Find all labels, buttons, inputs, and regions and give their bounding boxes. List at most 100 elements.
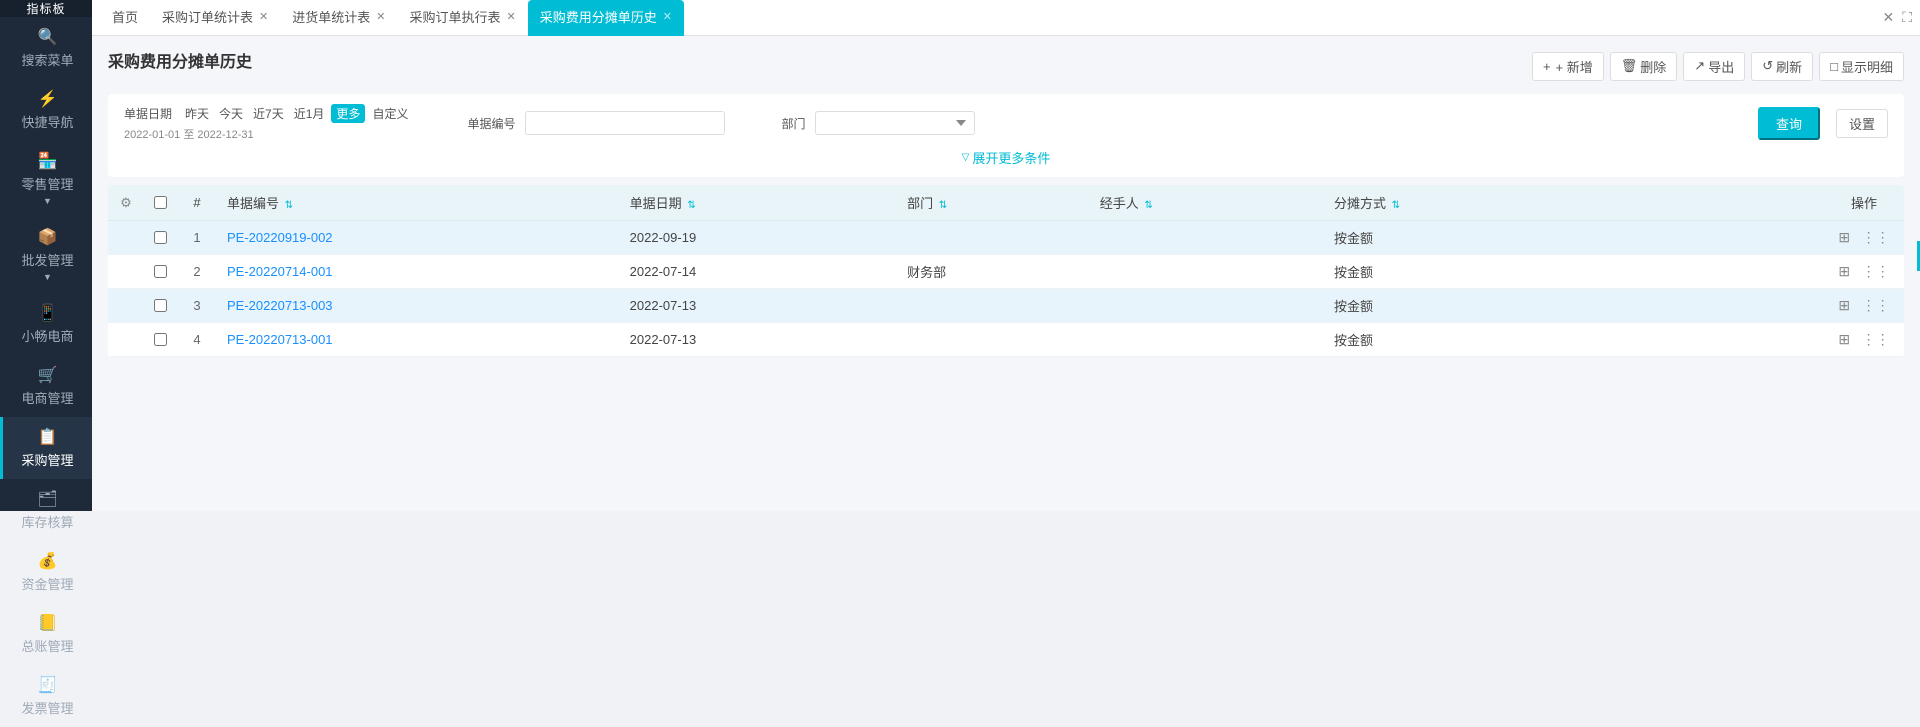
column-settings-icon[interactable]: ⚙ (118, 195, 134, 211)
tab-purchase-cost[interactable]: 采购费用分摊单历史 ✕ (528, 0, 684, 36)
col-settings-header[interactable]: ⚙ (108, 185, 144, 221)
shortcut-yesterday[interactable]: 昨天 (182, 104, 212, 123)
sidebar-item-label: 资金管理 (7, 574, 88, 593)
col-check-header (144, 185, 177, 221)
order-no-link[interactable]: PE-20220713-001 (227, 332, 333, 347)
filter-area: 单据日期 昨天 今天 近7天 近1月 更多 自定义 2022-01-01 至 2… (108, 94, 1904, 177)
tab-purchase-order-stats-close[interactable]: ✕ (259, 10, 268, 23)
sidebar-item-ledger[interactable]: 📒 总账管理 (0, 603, 92, 665)
col-date-header[interactable]: 单据日期 ⇅ (620, 185, 897, 221)
tab-goods-stats-label: 进货单统计表 (292, 7, 370, 26)
order-no-input[interactable] (525, 111, 725, 135)
tab-home[interactable]: 首页 (100, 0, 150, 36)
tab-home-label: 首页 (112, 7, 138, 26)
sidebar-logo: 指标板 (0, 0, 92, 17)
expand-more-button[interactable]: ▽ 展开更多条件 (124, 148, 1888, 167)
wholesale-icon: 📦 (7, 227, 88, 247)
refresh-icon: ↺ (1762, 58, 1773, 74)
filter-row-1: 单据日期 昨天 今天 近7天 近1月 更多 自定义 2022-01-01 至 2… (124, 104, 1888, 142)
sidebar-item-search[interactable]: 🔍 搜索菜单 (0, 17, 92, 79)
add-label: + 新增 (1556, 57, 1593, 76)
row-order-no-cell: PE-20220919-002 (217, 221, 620, 255)
dept-select[interactable]: 财务部 (815, 111, 975, 135)
sidebar-item-label: 发票管理 (7, 698, 88, 717)
table-row: 2 PE-20220714-001 2022-07-14 财务部 按金额 ⊞ ⋮… (108, 255, 1904, 289)
shortcut-today[interactable]: 今天 (216, 104, 246, 123)
row-no-cell: 3 (177, 289, 217, 323)
tab-purchase-order-exec[interactable]: 采购订单执行表 ✕ (397, 0, 527, 36)
sidebar-item-finance[interactable]: 💰 资金管理 (0, 541, 92, 603)
row-actions-cell: ⊞ ⋮⋮ (1824, 221, 1904, 255)
sidebar-item-retail[interactable]: 🏪 零售管理 ▼ (0, 141, 92, 217)
row-more-icon[interactable]: ⋮⋮ (1858, 329, 1894, 349)
row-more-icon[interactable]: ⋮⋮ (1858, 261, 1894, 281)
retail-icon: 🏪 (7, 151, 88, 171)
row-checkbox[interactable] (154, 265, 167, 278)
inventory-icon: 🗂 (7, 489, 88, 509)
export-button[interactable]: ↗ 导出 (1683, 52, 1745, 81)
row-view-icon[interactable]: ⊞ (1834, 227, 1854, 247)
row-view-icon[interactable]: ⊞ (1834, 261, 1854, 281)
row-checkbox[interactable] (154, 231, 167, 244)
add-button[interactable]: + + 新增 (1532, 52, 1604, 81)
refresh-button[interactable]: ↺ 刷新 (1751, 52, 1813, 81)
sidebar-item-label: 库存核算 (7, 512, 88, 531)
sidebar-item-inventory[interactable]: 🗂 库存核算 (0, 479, 92, 541)
sidebar-item-mini[interactable]: 📱 小畅电商 (0, 293, 92, 355)
tab-purchase-order-exec-close[interactable]: ✕ (507, 10, 516, 23)
tab-goods-stats[interactable]: 进货单统计表 ✕ (280, 0, 397, 36)
shortcut-custom[interactable]: 自定义 (369, 104, 411, 123)
col-split-method-header[interactable]: 分摊方式 ⇅ (1324, 185, 1824, 221)
show-detail-button[interactable]: □ 显示明细 (1819, 52, 1904, 81)
page-content: 采购费用分摊单历史 + + 新增 🗑 删除 ↗ 导出 ↺ 刷新 (92, 36, 1920, 511)
tab-purchase-order-stats[interactable]: 采购订单统计表 ✕ (150, 0, 280, 36)
dept-label: 部门 (781, 115, 805, 132)
mini-icon: 📱 (7, 303, 88, 323)
sidebar-item-label: 零售管理 (7, 174, 88, 193)
row-handler-cell (1090, 289, 1324, 323)
row-check-cell (144, 255, 177, 289)
order-no-link[interactable]: PE-20220713-003 (227, 298, 333, 313)
data-table: ⚙ # 单据编号 ⇅ 单据日期 ⇅ (108, 185, 1904, 357)
sidebar-item-invoice[interactable]: 🧾 发票管理 (0, 665, 92, 727)
setting-button[interactable]: 设置 (1836, 109, 1888, 138)
row-date-cell: 2022-09-19 (620, 221, 897, 255)
row-checkbox[interactable] (154, 333, 167, 346)
row-view-icon[interactable]: ⊞ (1834, 295, 1854, 315)
tab-purchase-cost-close[interactable]: ✕ (663, 10, 672, 23)
order-no-link[interactable]: PE-20220714-001 (227, 264, 333, 279)
col-order-no-header[interactable]: 单据编号 ⇅ (217, 185, 620, 221)
close-all-icon[interactable]: ✕ (1882, 9, 1894, 26)
row-more-icon[interactable]: ⋮⋮ (1858, 295, 1894, 315)
table-row: 3 PE-20220713-003 2022-07-13 按金额 ⊞ ⋮⋮ (108, 289, 1904, 323)
shortcut-1month[interactable]: 近1月 (291, 104, 328, 123)
row-more-icon[interactable]: ⋮⋮ (1858, 227, 1894, 247)
select-all-checkbox[interactable] (154, 196, 167, 209)
sidebar-item-purchase[interactable]: 📋 采购管理 (0, 417, 92, 479)
col-handler-header[interactable]: 经手人 ⇅ (1090, 185, 1324, 221)
tab-purchase-order-stats-label: 采购订单统计表 (162, 7, 253, 26)
sidebar-item-ecommerce[interactable]: 🛒 电商管理 (0, 355, 92, 417)
export-icon: ↗ (1694, 58, 1705, 74)
table-row: 1 PE-20220919-002 2022-09-19 按金额 ⊞ ⋮⋮ (108, 221, 1904, 255)
shortcut-more[interactable]: 更多 (331, 104, 365, 123)
sidebar-item-quick[interactable]: ⚡ 快捷导航 (0, 79, 92, 141)
search-button[interactable]: 查询 (1758, 107, 1820, 140)
row-view-icon[interactable]: ⊞ (1834, 329, 1854, 349)
tab-goods-stats-close[interactable]: ✕ (376, 10, 385, 23)
order-no-link[interactable]: PE-20220919-002 (227, 230, 333, 245)
row-dept-cell (897, 323, 1090, 357)
shortcut-7days[interactable]: 近7天 (250, 104, 287, 123)
show-detail-label: 显示明细 (1841, 57, 1893, 76)
checkbox-icon: □ (1830, 59, 1838, 74)
row-order-no-cell: PE-20220713-001 (217, 323, 620, 357)
fullscreen-icon[interactable]: ⛶ (1902, 9, 1912, 26)
tabs-bar: 首页 采购订单统计表 ✕ 进货单统计表 ✕ 采购订单执行表 ✕ 采购费用分摊单历… (92, 0, 1920, 36)
row-checkbox[interactable] (154, 299, 167, 312)
sidebar-item-label: 快捷导航 (7, 112, 88, 131)
col-dept-header[interactable]: 部门 ⇅ (897, 185, 1090, 221)
row-order-no-cell: PE-20220713-003 (217, 289, 620, 323)
date-range-text: 2022-01-01 至 2022-12-31 (124, 126, 411, 142)
sidebar-item-wholesale[interactable]: 📦 批发管理 ▼ (0, 217, 92, 293)
delete-button[interactable]: 🗑 删除 (1610, 52, 1678, 81)
